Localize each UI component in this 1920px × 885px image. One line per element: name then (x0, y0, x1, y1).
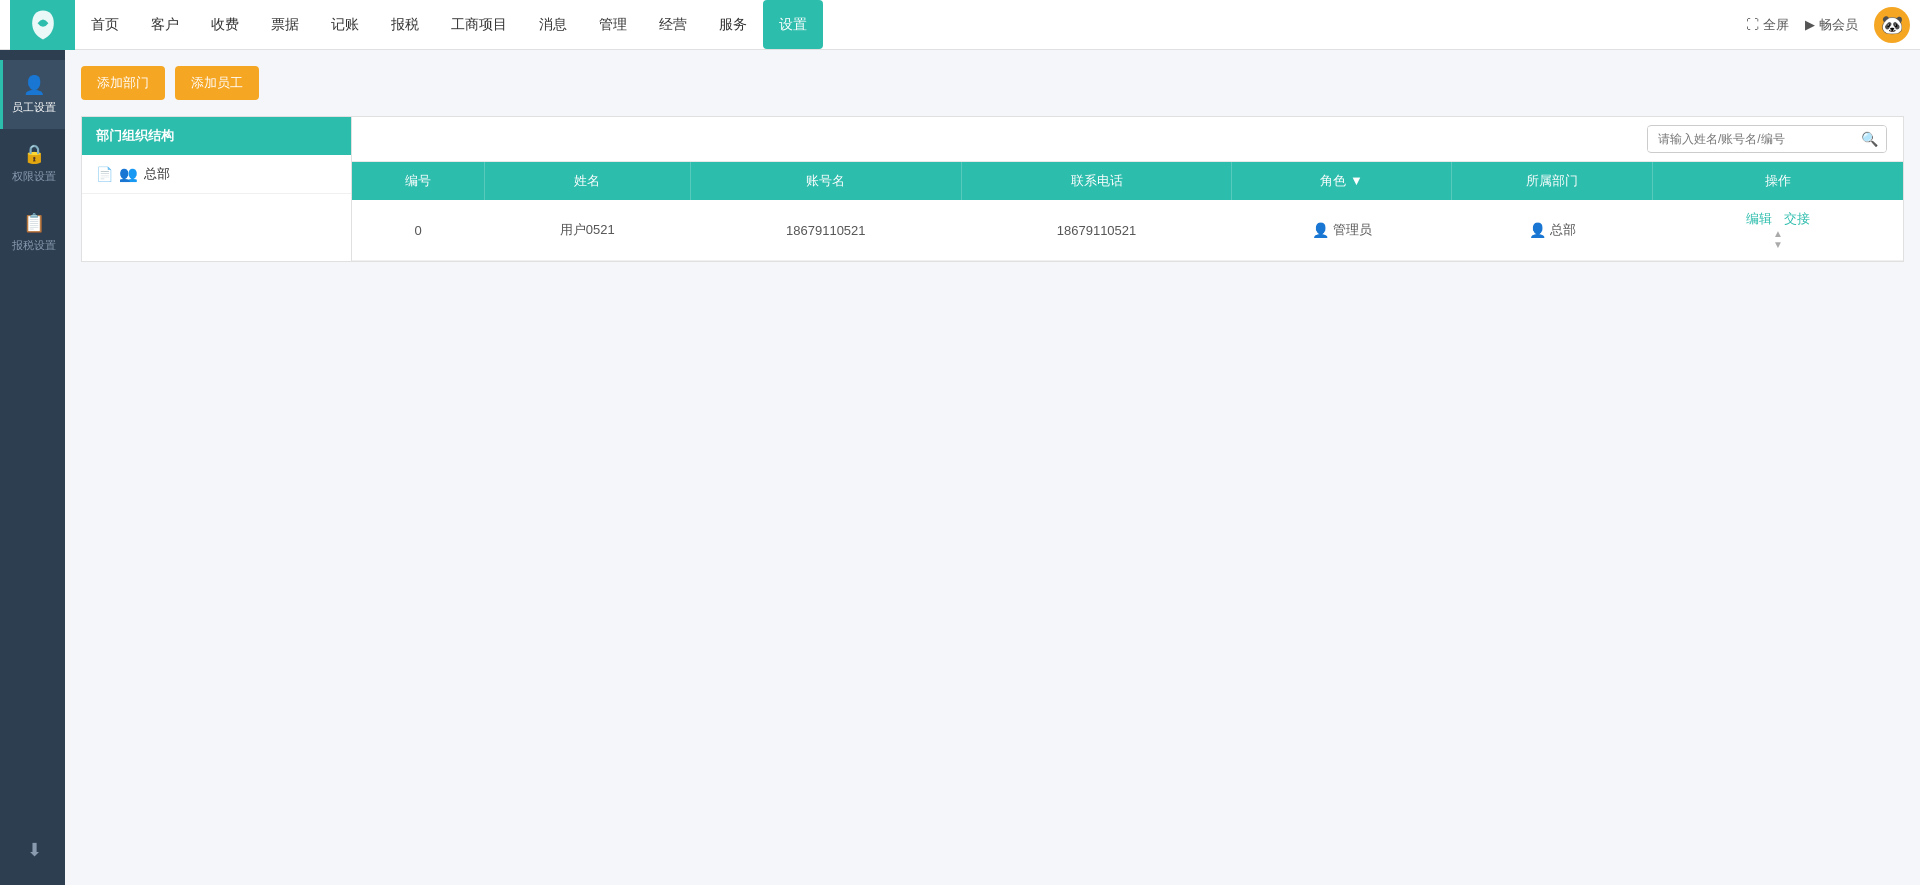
tree-panel: 部门组织结构 📄 👥 总部 (82, 117, 352, 261)
role-badge: 👤 管理员 (1312, 221, 1372, 239)
lock-icon: 🔒 (23, 143, 45, 165)
nav-item-fee[interactable]: 收费 (195, 0, 255, 49)
sidebar-item-download[interactable]: ⬇ (0, 825, 65, 875)
col-id: 编号 (352, 162, 484, 200)
sidebar-item-taxsettings[interactable]: 📋 报税设置 (0, 198, 65, 267)
nav-right-area: ⛶ 全屏 ▶ 畅会员 🐼 (1746, 7, 1910, 43)
dept-icon: 👤 (1529, 222, 1546, 238)
col-account: 账号名 (690, 162, 961, 200)
logo (10, 0, 75, 50)
fullscreen-button[interactable]: ⛶ 全屏 (1746, 16, 1789, 34)
nav-item-client[interactable]: 客户 (135, 0, 195, 49)
col-action: 操作 (1653, 162, 1903, 200)
download-icon: ⬇ (27, 839, 42, 861)
nav-item-message[interactable]: 消息 (523, 0, 583, 49)
nav-item-manage[interactable]: 管理 (583, 0, 643, 49)
search-bar: 🔍 (352, 117, 1903, 162)
sidebar-item-employee[interactable]: 👤 员工设置 (0, 60, 65, 129)
nav-item-settings[interactable]: 设置 (763, 0, 823, 49)
employee-table: 编号 姓名 账号名 联系电话 角色 ▼ 所属部门 操作 0 用户0521 (352, 162, 1903, 261)
sidebar: 👤 员工设置 🔒 权限设置 📋 报税设置 ⬇ (0, 50, 65, 885)
fullscreen-icon: ⛶ (1746, 17, 1759, 32)
nav-item-service[interactable]: 服务 (703, 0, 763, 49)
cell-role: 👤 管理员 (1232, 200, 1452, 261)
nav-item-operation[interactable]: 经营 (643, 0, 703, 49)
nav-item-bookkeeping[interactable]: 记账 (315, 0, 375, 49)
table-row: 0 用户0521 18679110521 18679110521 👤 管理员 (352, 200, 1903, 261)
main-nav: 首页 客户 收费 票据 记账 报税 工商项目 消息 管理 经营 服务 设置 (75, 0, 1746, 49)
cell-phone: 18679110521 (961, 200, 1232, 261)
content-area: 部门组织结构 📄 👥 总部 🔍 (81, 116, 1904, 262)
table-panel: 🔍 编号 姓名 账号名 联系电话 角色 ▼ 所属部门 操作 (352, 117, 1903, 261)
edit-link[interactable]: 编辑 (1746, 211, 1772, 226)
cell-id: 0 (352, 200, 484, 261)
search-input[interactable] (1648, 127, 1853, 151)
sidebar-label-taxsettings: 报税设置 (12, 238, 56, 253)
search-button[interactable]: 🔍 (1853, 126, 1886, 152)
add-dept-button[interactable]: 添加部门 (81, 66, 165, 100)
sidebar-label-permission: 权限设置 (12, 169, 56, 184)
role-icon: 👤 (1312, 222, 1329, 238)
nav-item-home[interactable]: 首页 (75, 0, 135, 49)
nav-item-bill[interactable]: 票据 (255, 0, 315, 49)
transfer-link[interactable]: 交接 (1784, 211, 1810, 226)
sidebar-item-permission[interactable]: 🔒 权限设置 (0, 129, 65, 198)
row-scroll-arrows: ▲▼ (1665, 228, 1891, 250)
add-employee-button[interactable]: 添加员工 (175, 66, 259, 100)
tree-header: 部门组织结构 (82, 117, 351, 155)
fullscreen-label: 全屏 (1763, 16, 1789, 34)
main-content: 添加部门 添加员工 部门组织结构 📄 👥 总部 🔍 (65, 50, 1920, 885)
toolbar: 添加部门 添加员工 (81, 66, 1904, 100)
table-header-row: 编号 姓名 账号名 联系电话 角色 ▼ 所属部门 操作 (352, 162, 1903, 200)
video-icon: ▶ (1805, 17, 1815, 32)
member-button[interactable]: ▶ 畅会员 (1805, 16, 1858, 34)
nav-item-business[interactable]: 工商项目 (435, 0, 523, 49)
dept-badge: 👤 总部 (1529, 221, 1576, 239)
cell-name: 用户0521 (484, 200, 690, 261)
cell-account: 18679110521 (690, 200, 961, 261)
top-navigation: 首页 客户 收费 票据 记账 报税 工商项目 消息 管理 经营 服务 设置 ⛶ … (0, 0, 1920, 50)
app-layout: 👤 员工设置 🔒 权限设置 📋 报税设置 ⬇ 添加部门 添加员工 部门组织结 (0, 50, 1920, 885)
member-label: 畅会员 (1819, 16, 1858, 34)
tree-item-label: 总部 (144, 165, 170, 183)
sidebar-label-employee: 员工设置 (12, 100, 56, 115)
user-group-icon: 👥 (119, 165, 138, 183)
role-label: 管理员 (1333, 221, 1372, 239)
sidebar-bottom: ⬇ (0, 825, 65, 885)
file-icon: 📄 (96, 166, 113, 182)
search-input-wrap: 🔍 (1647, 125, 1887, 153)
dept-label: 总部 (1550, 221, 1576, 239)
employee-icon: 👤 (23, 74, 45, 96)
tree-item-headquarters[interactable]: 📄 👥 总部 (82, 155, 351, 194)
col-phone: 联系电话 (961, 162, 1232, 200)
cell-actions: 编辑 交接 ▲▼ (1653, 200, 1903, 261)
nav-item-tax[interactable]: 报税 (375, 0, 435, 49)
tax-settings-icon: 📋 (23, 212, 45, 234)
col-dept: 所属部门 (1452, 162, 1653, 200)
cell-dept: 👤 总部 (1452, 200, 1653, 261)
col-role[interactable]: 角色 ▼ (1232, 162, 1452, 200)
col-name: 姓名 (484, 162, 690, 200)
avatar[interactable]: 🐼 (1874, 7, 1910, 43)
